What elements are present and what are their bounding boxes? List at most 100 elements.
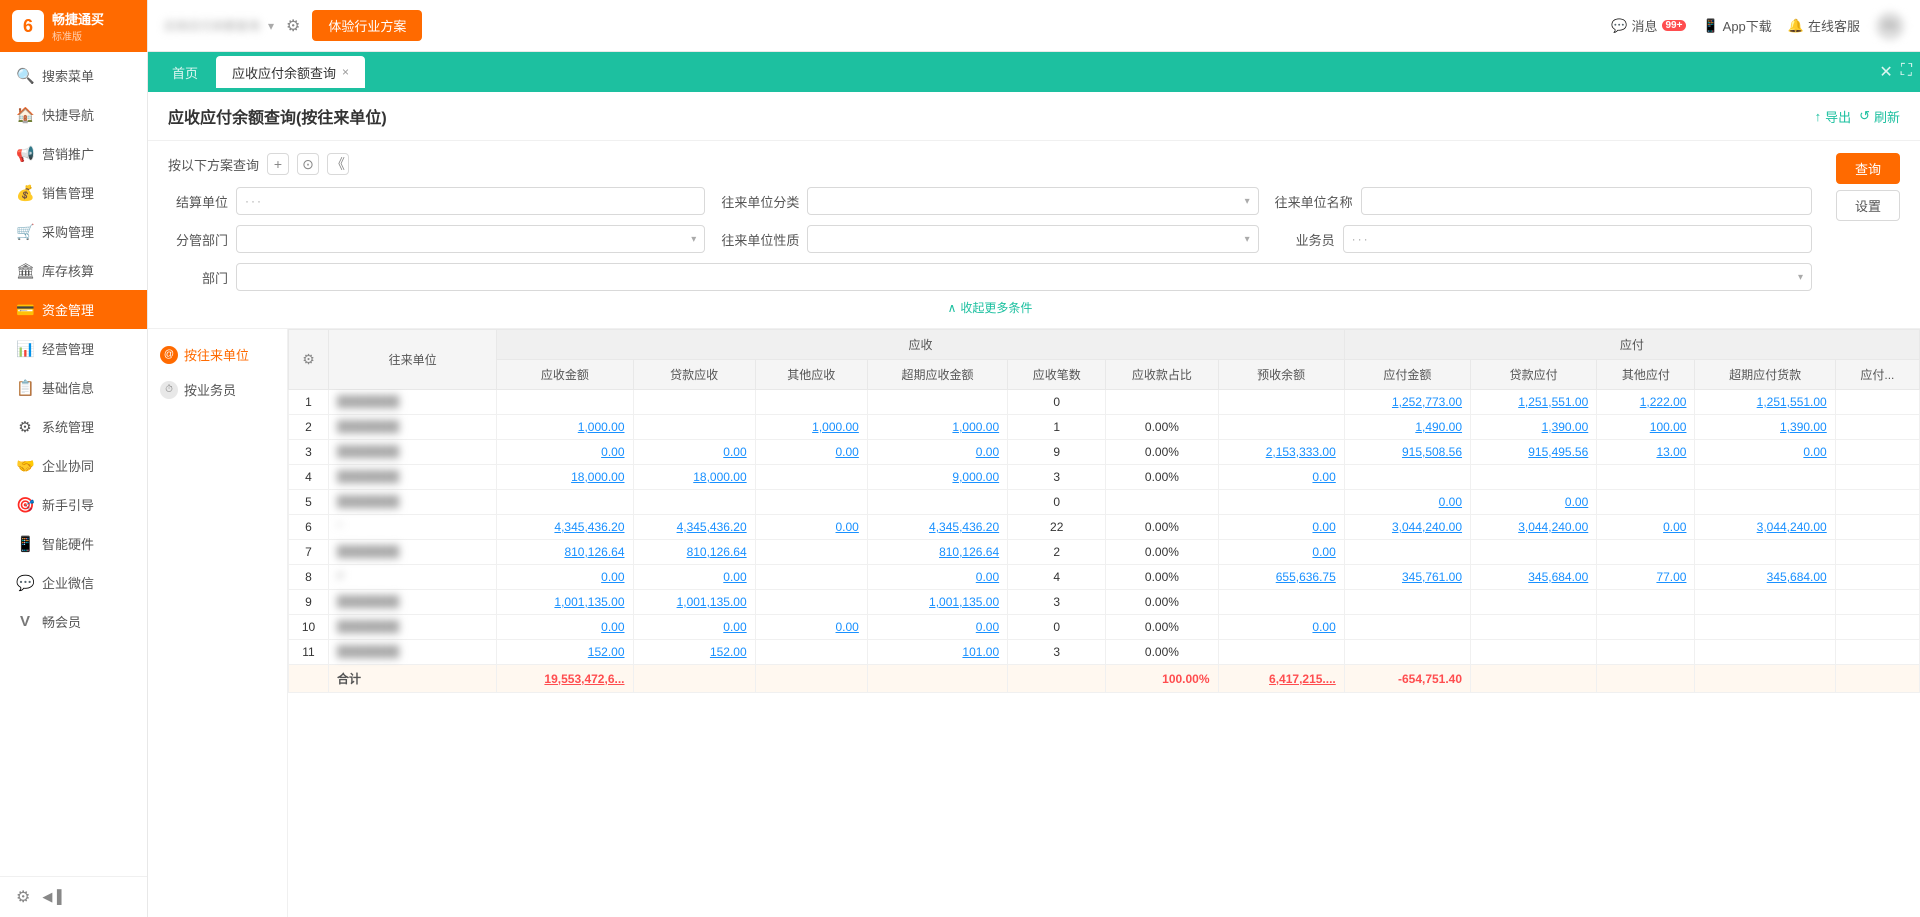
cell-link[interactable]: 1,390.00 bbox=[1471, 415, 1597, 440]
cell-link[interactable]: 345,761.00 bbox=[1344, 565, 1470, 590]
cell-link[interactable]: 4,345,436.20 bbox=[497, 515, 633, 540]
cell-link[interactable]: 0.00 bbox=[497, 565, 633, 590]
sidebar-item-nav[interactable]: 🏠 快捷导航 bbox=[0, 95, 147, 134]
cell-link[interactable]: 0.00 bbox=[1344, 490, 1470, 515]
collapse-more-btn[interactable]: ∧ 收起更多条件 bbox=[948, 299, 1033, 316]
cell-link[interactable]: 0.00 bbox=[1218, 515, 1344, 540]
cell-link[interactable]: 18,000.00 bbox=[497, 465, 633, 490]
cell-link[interactable]: 345,684.00 bbox=[1695, 565, 1835, 590]
refresh-btn[interactable]: ↺ 刷新 bbox=[1859, 107, 1900, 126]
cell-link[interactable]: 810,126.64 bbox=[867, 540, 1007, 565]
cell-link[interactable]: 0.00 bbox=[1218, 540, 1344, 565]
setting-btn[interactable]: 设置 bbox=[1836, 190, 1900, 221]
cell-link[interactable]: 9,000.00 bbox=[867, 465, 1007, 490]
cell-link[interactable]: 18,000.00 bbox=[633, 465, 755, 490]
sidebar-item-member[interactable]: V 畅会员 bbox=[0, 602, 147, 641]
table-settings-icon[interactable]: ⚙ bbox=[302, 351, 315, 367]
cell-link[interactable]: 655,636.75 bbox=[1218, 565, 1344, 590]
partner-nature-input[interactable]: ▾ bbox=[807, 225, 1258, 253]
expand-window-icon[interactable]: ⛶ bbox=[1901, 62, 1912, 82]
close-window-icon[interactable]: ✕ bbox=[1879, 62, 1892, 82]
tab-close-icon[interactable]: × bbox=[342, 65, 349, 79]
sidebar-item-purchase[interactable]: 🛒 采购管理 bbox=[0, 212, 147, 251]
avatar[interactable]: Rit bbox=[1876, 12, 1904, 40]
export-btn[interactable]: ↑ 导出 bbox=[1815, 107, 1852, 126]
cell-link[interactable]: 0.00 bbox=[633, 615, 755, 640]
cell-link[interactable]: 0.00 bbox=[755, 615, 867, 640]
left-panel-by-partner[interactable]: @ 按往来单位 bbox=[148, 337, 287, 372]
settings-footer-icon[interactable]: ⚙ bbox=[16, 887, 30, 907]
footer-receivable-amount[interactable]: 19,553,472,6... bbox=[497, 665, 633, 693]
cell-link[interactable]: 0.00 bbox=[867, 565, 1007, 590]
salesperson-input[interactable]: ··· bbox=[1343, 225, 1812, 253]
footer-prepayment-balance[interactable]: 6,417,215.... bbox=[1218, 665, 1344, 693]
app-download-item[interactable]: 📱 App下载 bbox=[1702, 16, 1771, 35]
cell-link[interactable]: 2,153,333.00 bbox=[1218, 440, 1344, 465]
cell-link[interactable]: 0.00 bbox=[633, 565, 755, 590]
query-btn[interactable]: 查询 bbox=[1836, 153, 1900, 184]
filter-collapse-btn[interactable]: 《 bbox=[327, 153, 349, 175]
cell-link[interactable]: 915,508.56 bbox=[1344, 440, 1470, 465]
cell-link[interactable]: 0.00 bbox=[867, 440, 1007, 465]
filter-settings-btn[interactable]: ⊙ bbox=[297, 153, 319, 175]
cell-link[interactable]: 4,345,436.20 bbox=[867, 515, 1007, 540]
cell-link[interactable]: 0.00 bbox=[1218, 465, 1344, 490]
cell-link[interactable]: 0.00 bbox=[497, 615, 633, 640]
cell-link[interactable]: 0.00 bbox=[1597, 515, 1695, 540]
cell-link[interactable]: 810,126.64 bbox=[633, 540, 755, 565]
cell-link[interactable]: 345,684.00 bbox=[1471, 565, 1597, 590]
breadcrumb-chevron-icon[interactable]: ▾ bbox=[268, 19, 274, 33]
cell-link[interactable]: 1,490.00 bbox=[1344, 415, 1470, 440]
cell-link[interactable]: 1,001,135.00 bbox=[497, 590, 633, 615]
sidebar-item-basic[interactable]: 📋 基础信息 bbox=[0, 368, 147, 407]
dept-input[interactable]: ▾ bbox=[236, 263, 1812, 291]
sidebar-item-operation[interactable]: 📊 经营管理 bbox=[0, 329, 147, 368]
cell-link[interactable]: 915,495.56 bbox=[1471, 440, 1597, 465]
cell-link[interactable]: 0.00 bbox=[1218, 615, 1344, 640]
cell-link[interactable]: 13.00 bbox=[1597, 440, 1695, 465]
topbar-gear-icon[interactable]: ⚙ bbox=[282, 12, 304, 40]
cell-link[interactable]: 1,000.00 bbox=[867, 415, 1007, 440]
sidebar-item-guide[interactable]: 🎯 新手引导 bbox=[0, 485, 147, 524]
cell-link[interactable]: 3,044,240.00 bbox=[1471, 515, 1597, 540]
sidebar-item-inventory[interactable]: 🏛 库存核算 bbox=[0, 251, 147, 290]
cell-link[interactable]: 0.00 bbox=[633, 440, 755, 465]
cell-link[interactable]: 100.00 bbox=[1597, 415, 1695, 440]
sidebar-item-hardware[interactable]: 📱 智能硬件 bbox=[0, 524, 147, 563]
partner-name-input[interactable] bbox=[1361, 187, 1812, 215]
collapse-sidebar-icon[interactable]: ◀▐ bbox=[42, 889, 61, 905]
cell-link[interactable]: 3,044,240.00 bbox=[1344, 515, 1470, 540]
cell-link[interactable]: 1,390.00 bbox=[1695, 415, 1835, 440]
cell-link[interactable]: 0.00 bbox=[755, 440, 867, 465]
cell-link[interactable]: 1,252,773.00 bbox=[1344, 390, 1470, 415]
online-service-item[interactable]: 🔔 在线客服 bbox=[1788, 16, 1860, 35]
cell-link[interactable]: 1,222.00 bbox=[1597, 390, 1695, 415]
cell-link[interactable]: 1,251,551.00 bbox=[1471, 390, 1597, 415]
sidebar-item-corp[interactable]: 🤝 企业协同 bbox=[0, 446, 147, 485]
sidebar-item-marketing[interactable]: 📢 营销推广 bbox=[0, 134, 147, 173]
cell-link[interactable]: 0.00 bbox=[755, 515, 867, 540]
cell-link[interactable]: 152.00 bbox=[633, 640, 755, 665]
cell-link[interactable]: 0.00 bbox=[497, 440, 633, 465]
cell-link[interactable]: 0.00 bbox=[1695, 440, 1835, 465]
cell-link[interactable]: 3,044,240.00 bbox=[1695, 515, 1835, 540]
settlement-input[interactable]: ··· bbox=[236, 187, 705, 215]
cell-link[interactable]: 1,251,551.00 bbox=[1695, 390, 1835, 415]
cell-link[interactable]: 1,001,135.00 bbox=[867, 590, 1007, 615]
cell-link[interactable]: 1,000.00 bbox=[497, 415, 633, 440]
sidebar-item-search[interactable]: 🔍 搜索菜单 bbox=[0, 56, 147, 95]
cell-link[interactable]: 810,126.64 bbox=[497, 540, 633, 565]
sidebar-item-wechat[interactable]: 💬 企业微信 bbox=[0, 563, 147, 602]
sidebar-item-system[interactable]: ⚙ 系统管理 bbox=[0, 407, 147, 446]
sidebar-item-sales[interactable]: 💰 销售管理 bbox=[0, 173, 147, 212]
cell-link[interactable]: 77.00 bbox=[1597, 565, 1695, 590]
cell-link[interactable]: 0.00 bbox=[867, 615, 1007, 640]
sidebar-item-fund[interactable]: 💳 资金管理 bbox=[0, 290, 147, 329]
message-item[interactable]: 💬 消息 99+ bbox=[1611, 16, 1686, 35]
trial-btn[interactable]: 体验行业方案 bbox=[312, 10, 422, 41]
cell-link[interactable]: 0.00 bbox=[1471, 490, 1597, 515]
partner-category-input[interactable]: ▾ bbox=[807, 187, 1258, 215]
cell-link[interactable]: 152.00 bbox=[497, 640, 633, 665]
cell-link[interactable]: 4,345,436.20 bbox=[633, 515, 755, 540]
dept-manager-input[interactable]: ▾ bbox=[236, 225, 705, 253]
